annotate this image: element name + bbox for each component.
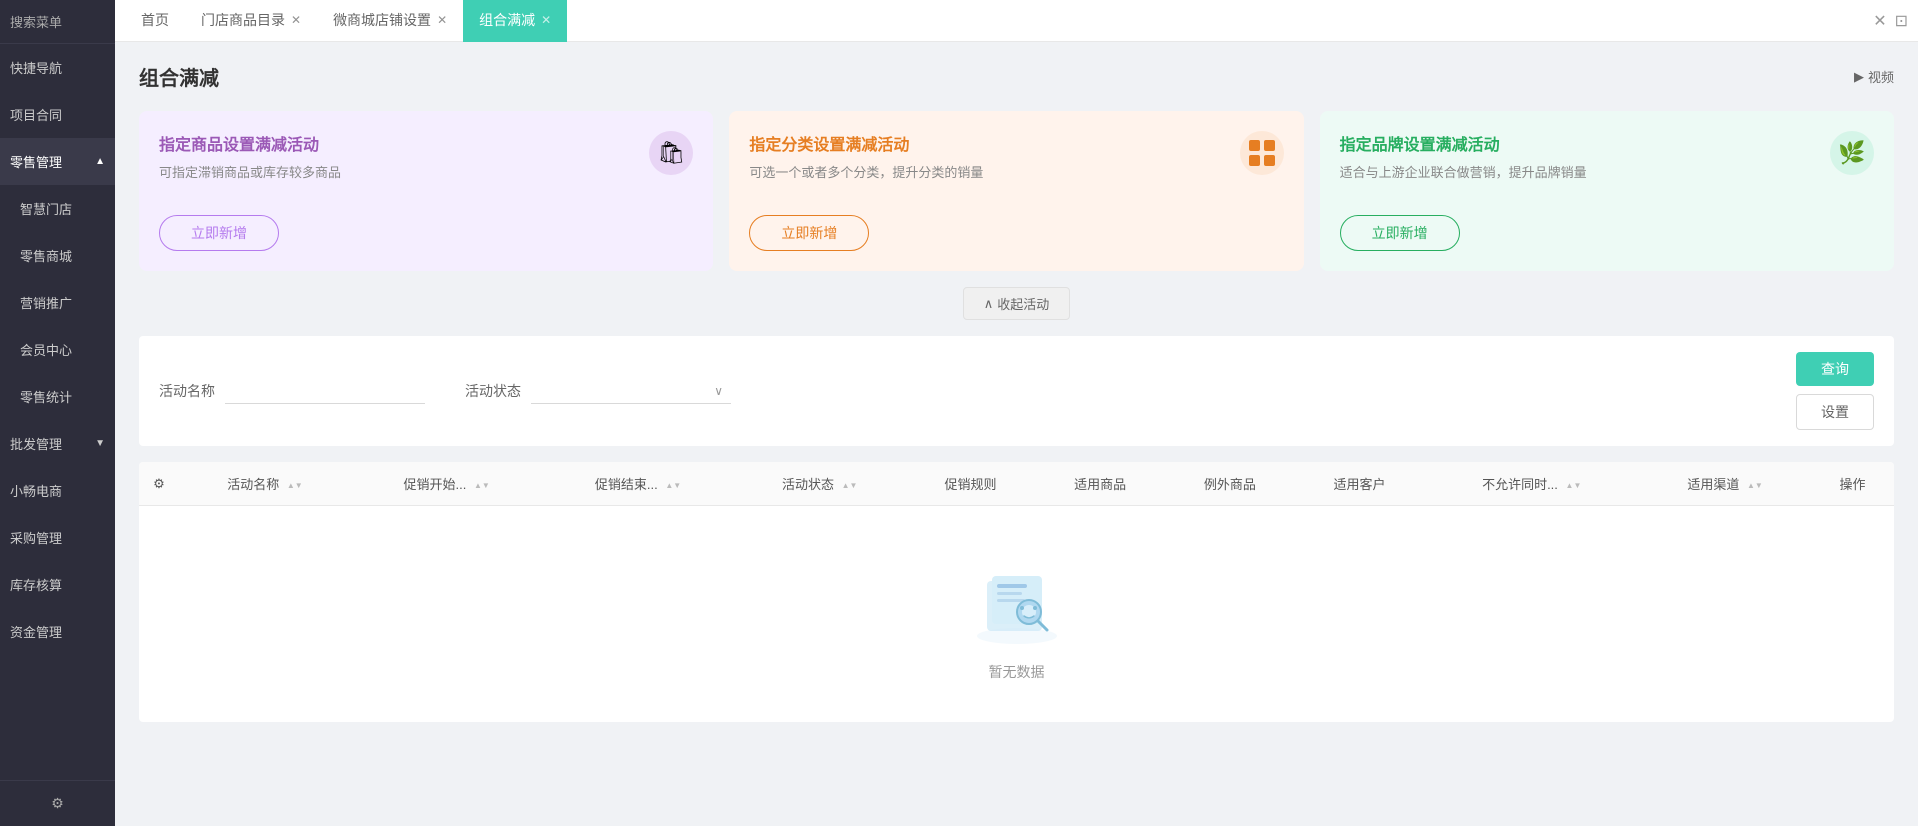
search-bar: 活动名称 活动状态 ∨ 查询 设置 bbox=[139, 336, 1894, 446]
brand-card-desc: 适合与上游企业联合做营销，提升品牌销量 bbox=[1340, 163, 1874, 201]
table-col-applicable-channel[interactable]: 适用渠道 ▲▼ bbox=[1639, 462, 1811, 506]
product-card-icon: 🛍 bbox=[649, 131, 693, 175]
sidebar-item-purchase[interactable]: 采购管理 bbox=[0, 514, 115, 561]
gear-icon: ⚙ bbox=[51, 795, 64, 812]
query-btn[interactable]: 查询 bbox=[1796, 352, 1874, 386]
maximize-window-btn[interactable]: ⊡ bbox=[1895, 11, 1908, 31]
brand-card-icon: 🌿 bbox=[1830, 131, 1874, 175]
collapse-bar: ∧ 收起活动 bbox=[139, 287, 1894, 320]
chevron-up-icon: ∧ bbox=[984, 296, 994, 312]
brand-card-title: 指定品牌设置满减活动 bbox=[1340, 131, 1874, 155]
activity-status-field: 活动状态 ∨ bbox=[465, 379, 731, 404]
activity-status-label: 活动状态 bbox=[465, 381, 521, 401]
chevron-up-icon: ▲ bbox=[95, 156, 105, 167]
product-card-title: 指定商品设置满减活动 bbox=[159, 131, 693, 155]
collapse-btn-label: 收起活动 bbox=[997, 294, 1049, 313]
table-col-applicable-customer: 适用客户 bbox=[1295, 462, 1425, 506]
table-col-activity-status[interactable]: 活动状态 ▲▼ bbox=[734, 462, 906, 506]
close-combo-discount-tab[interactable]: ✕ bbox=[541, 13, 551, 27]
sidebar-item-wholesale[interactable]: 批发管理 ▼ bbox=[0, 420, 115, 467]
table-col-promo-start[interactable]: 促销开始... ▲▼ bbox=[351, 462, 542, 506]
sidebar: 搜索菜单 快捷导航 项目合同 零售管理 ▲ 智慧门店 零售商城 营销推广 会员中… bbox=[0, 0, 115, 826]
page-title: 组合满减 bbox=[139, 62, 219, 91]
sort-icon: ▲▼ bbox=[665, 482, 681, 490]
brand-card-add-btn[interactable]: 立即新增 bbox=[1340, 215, 1460, 251]
table-col-promo-end[interactable]: 促销结束... ▲▼ bbox=[542, 462, 733, 506]
tab-store-catalog[interactable]: 门店商品目录 ✕ bbox=[185, 0, 317, 42]
setting-btn[interactable]: 设置 bbox=[1796, 394, 1874, 430]
sidebar-item-retail-management[interactable]: 零售管理 ▲ bbox=[0, 138, 115, 185]
table-col-operation: 操作 bbox=[1811, 462, 1894, 506]
sort-icon: ▲▼ bbox=[1747, 482, 1763, 490]
sort-icon: ▲▼ bbox=[1566, 482, 1582, 490]
table-col-promo-rule: 促销规则 bbox=[906, 462, 1036, 506]
table-col-activity-name[interactable]: 活动名称 ▲▼ bbox=[179, 462, 351, 506]
table-col-gear[interactable]: ⚙ bbox=[139, 462, 179, 506]
search-actions: 查询 设置 bbox=[1796, 352, 1874, 430]
tab-wechat-settings[interactable]: 微商城店铺设置 ✕ bbox=[317, 0, 463, 42]
product-card-desc: 可指定滞销商品或库存较多商品 bbox=[159, 163, 693, 201]
gear-icon: ⚙ bbox=[153, 476, 165, 491]
chevron-down-icon: ▼ bbox=[95, 438, 105, 449]
category-card-icon bbox=[1240, 131, 1284, 175]
table-col-no-overlap[interactable]: 不允许同时... ▲▼ bbox=[1424, 462, 1639, 506]
page-header: 组合满减 ▶ 视频 bbox=[139, 62, 1894, 91]
empty-text: 暂无数据 bbox=[989, 662, 1045, 682]
table-col-applicable-goods: 适用商品 bbox=[1035, 462, 1165, 506]
sidebar-item-membership[interactable]: 会员中心 bbox=[0, 326, 115, 373]
sort-icon: ▲▼ bbox=[287, 482, 303, 490]
brand-promo-card: 🌿 指定品牌设置满减活动 适合与上游企业联合做营销，提升品牌销量 立即新增 bbox=[1320, 111, 1894, 271]
close-store-catalog-tab[interactable]: ✕ bbox=[291, 13, 301, 27]
data-table: ⚙ 活动名称 ▲▼ 促销开始... ▲▼ 促销结束... ▲▼ bbox=[139, 462, 1894, 506]
sidebar-item-quick-nav[interactable]: 快捷导航 bbox=[0, 44, 115, 91]
product-promo-card: 🛍 指定商品设置满减活动 可指定滞销商品或库存较多商品 立即新增 bbox=[139, 111, 713, 271]
video-link[interactable]: ▶ 视频 bbox=[1854, 67, 1894, 86]
category-card-add-btn[interactable]: 立即新增 bbox=[749, 215, 869, 251]
product-card-add-btn[interactable]: 立即新增 bbox=[159, 215, 279, 251]
main-area: 首页 门店商品目录 ✕ 微商城店铺设置 ✕ 组合满减 ✕ ✕ ⊡ 组合满减 ▶ … bbox=[115, 0, 1918, 826]
table-header-row: ⚙ 活动名称 ▲▼ 促销开始... ▲▼ 促销结束... ▲▼ bbox=[139, 462, 1894, 506]
activity-status-select[interactable] bbox=[531, 379, 731, 404]
sidebar-item-retail-stats[interactable]: 零售统计 bbox=[0, 373, 115, 420]
empty-icon bbox=[967, 566, 1067, 646]
activity-name-field: 活动名称 bbox=[159, 379, 425, 404]
play-icon: ▶ bbox=[1854, 69, 1864, 85]
sidebar-search[interactable]: 搜索菜单 bbox=[0, 0, 115, 44]
sidebar-item-smart-store[interactable]: 智慧门店 bbox=[0, 185, 115, 232]
activity-status-select-wrapper: ∨ bbox=[531, 379, 731, 404]
video-label: 视频 bbox=[1868, 67, 1894, 86]
activity-name-input[interactable] bbox=[225, 379, 425, 404]
data-table-container: ⚙ 活动名称 ▲▼ 促销开始... ▲▼ 促销结束... ▲▼ bbox=[139, 462, 1894, 722]
activity-name-label: 活动名称 bbox=[159, 381, 215, 401]
tab-combo-discount[interactable]: 组合满减 ✕ bbox=[463, 0, 567, 42]
sidebar-settings-btn[interactable]: ⚙ bbox=[0, 780, 115, 826]
empty-state: 暂无数据 bbox=[139, 506, 1894, 722]
category-promo-card: 指定分类设置满减活动 可选一个或者多个分类，提升分类的销量 立即新增 bbox=[729, 111, 1303, 271]
sort-icon: ▲▼ bbox=[842, 482, 858, 490]
table-col-exception-goods: 例外商品 bbox=[1165, 462, 1295, 506]
tabbar: 首页 门店商品目录 ✕ 微商城店铺设置 ✕ 组合满减 ✕ ✕ ⊡ bbox=[115, 0, 1918, 42]
sidebar-item-retail-mall[interactable]: 零售商城 bbox=[0, 232, 115, 279]
tab-controls: ✕ ⊡ bbox=[1873, 11, 1908, 31]
sidebar-item-fund[interactable]: 资金管理 bbox=[0, 608, 115, 655]
close-wechat-settings-tab[interactable]: ✕ bbox=[437, 13, 447, 27]
content-area: 组合满减 ▶ 视频 🛍 指定商品设置满减活动 可指定滞销商品或库存较多商品 立即… bbox=[115, 42, 1918, 826]
sidebar-item-xiaochange[interactable]: 小畅电商 bbox=[0, 467, 115, 514]
sidebar-item-marketing[interactable]: 营销推广 bbox=[0, 279, 115, 326]
sort-icon: ▲▼ bbox=[474, 482, 490, 490]
collapse-activities-btn[interactable]: ∧ 收起活动 bbox=[963, 287, 1071, 320]
sidebar-search-label: 搜索菜单 bbox=[10, 15, 62, 30]
sidebar-item-project-contract[interactable]: 项目合同 bbox=[0, 91, 115, 138]
category-card-title: 指定分类设置满减活动 bbox=[749, 131, 1283, 155]
category-card-desc: 可选一个或者多个分类，提升分类的销量 bbox=[749, 163, 1283, 201]
close-window-btn[interactable]: ✕ bbox=[1873, 11, 1886, 31]
cards-row: 🛍 指定商品设置满减活动 可指定滞销商品或库存较多商品 立即新增 指定分类设置满… bbox=[139, 111, 1894, 271]
sidebar-item-inventory[interactable]: 库存核算 bbox=[0, 561, 115, 608]
tab-home[interactable]: 首页 bbox=[125, 0, 185, 42]
